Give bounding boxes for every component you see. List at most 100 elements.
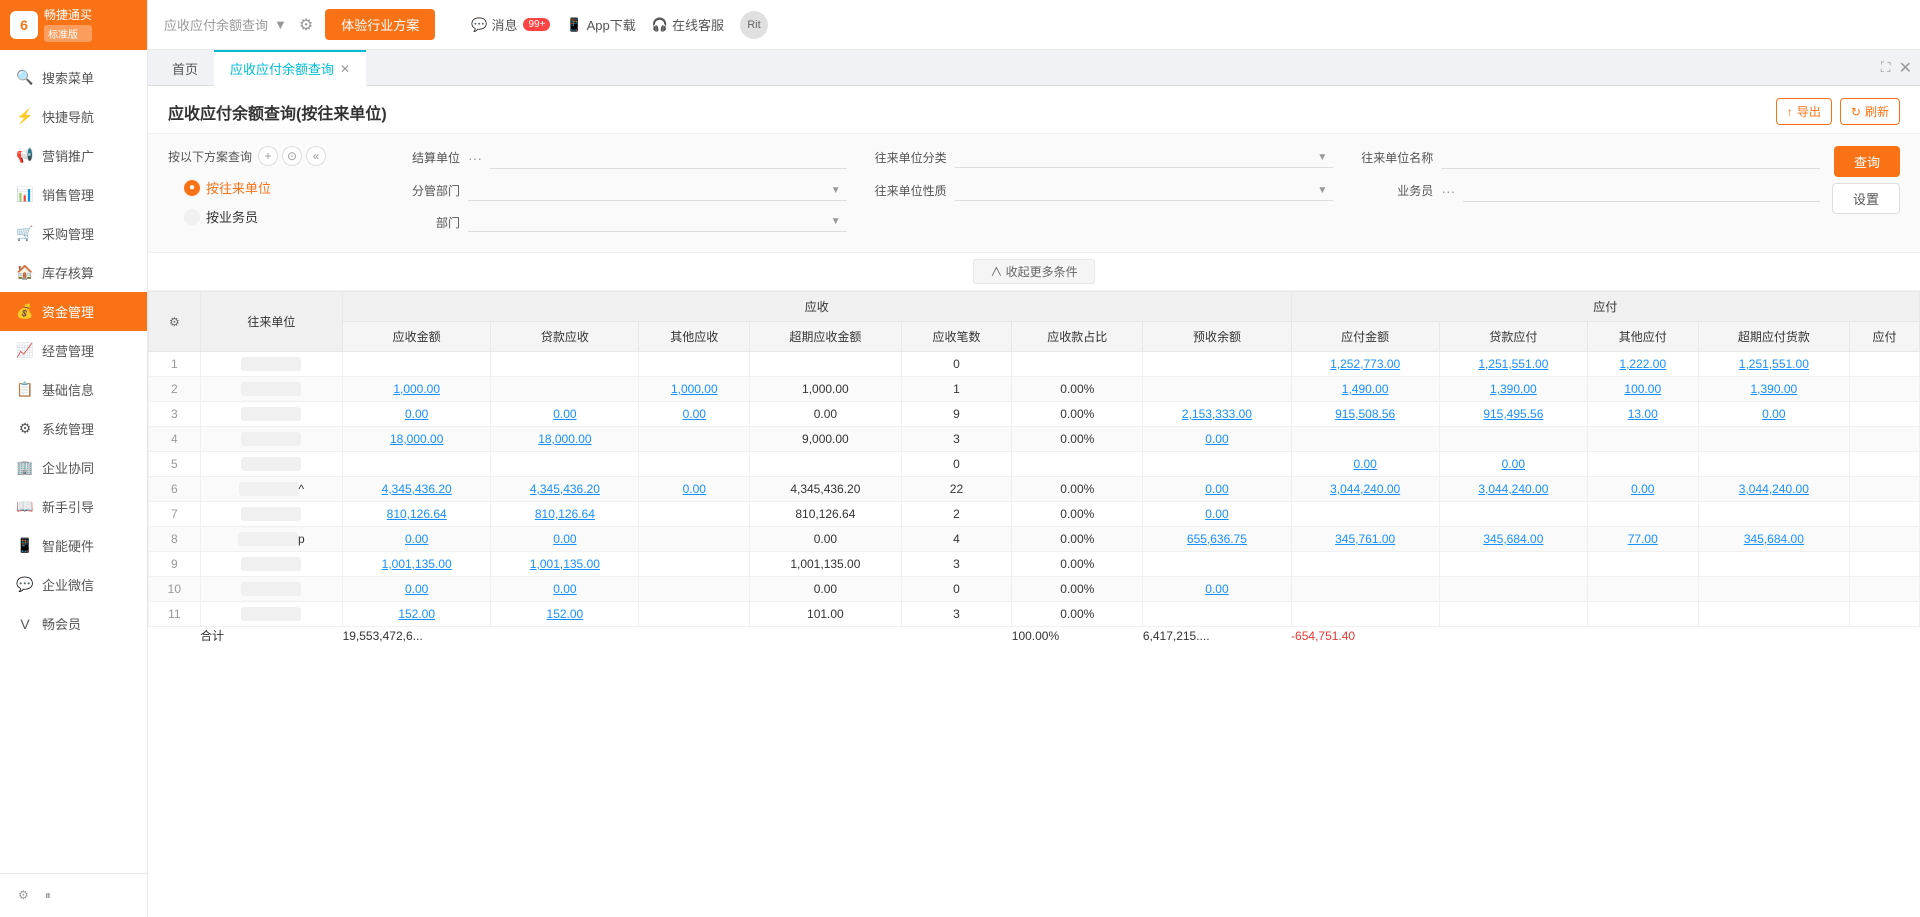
tabs-bar: 首页 应收应付余额查询 ✕ ⛶ ✕ [148, 50, 1920, 86]
online-service-btn[interactable]: 🎧 在线客服 [652, 15, 724, 34]
payable-extra-cell [1850, 427, 1920, 452]
sidebar-item-新手引导[interactable]: 📖新手引导 [0, 487, 147, 526]
tab-receivable[interactable]: 应收应付余额查询 ✕ [214, 50, 366, 86]
receivable-count-cell: 4 [901, 527, 1012, 552]
app-logo: 6 畅捷通买 标准版 [0, 0, 147, 50]
sidebar-item-销售管理[interactable]: 📊销售管理 [0, 175, 147, 214]
receivable-ratio-cell: 0.00% [1012, 502, 1143, 527]
other-payable-cell: 100.00 [1587, 377, 1698, 402]
collapse-more-btn[interactable]: ∧ 收起更多条件 [973, 259, 1094, 284]
table-row: 6 ^ 4,345,436.20 4,345,436.20 0.00 4,345… [149, 477, 1920, 502]
dept-chevron: ▼ [831, 185, 841, 196]
payable-amount-cell: 3,044,240.00 [1291, 477, 1439, 502]
promote-btn[interactable]: 体验行业方案 [325, 9, 435, 40]
department-select[interactable]: ▼ [468, 212, 847, 232]
avatar-text: Rit [747, 19, 760, 31]
other-payable-cell: 13.00 [1587, 402, 1698, 427]
payable-amount-cell [1291, 427, 1439, 452]
nav-icon: V [16, 616, 34, 632]
sidebar-item-系统管理[interactable]: ⚙系统管理 [0, 409, 147, 448]
payable-extra-cell [1850, 602, 1920, 627]
payable-extra-cell [1850, 477, 1920, 502]
sidebar-item-搜索菜单[interactable]: 🔍搜索菜单 [0, 58, 147, 97]
settings-bottom-btn[interactable]: ⚙ [12, 882, 35, 909]
settings-btn[interactable]: 设置 [1832, 183, 1900, 214]
sidebar-item-畅会员[interactable]: V 畅会员 [0, 604, 147, 643]
table-row: 7 810,126.64 810,126.64 810,126.64 2 0.0… [149, 502, 1920, 527]
sidebar-item-智能硬件[interactable]: 📱智能硬件 [0, 526, 147, 565]
settlement-input[interactable] [490, 146, 847, 169]
app-download-btn[interactable]: 📱 App下载 [566, 15, 635, 34]
sidebar-item-经营管理[interactable]: 📈经营管理 [0, 331, 147, 370]
row-num: 7 [149, 502, 201, 527]
refresh-btn[interactable]: ↻ 刷新 [1840, 98, 1900, 125]
filter-row-department: 部门 ▼ [380, 212, 847, 232]
filter-area: 按以下方案查询 + ⊙ « ● 按往来单位 [148, 134, 1920, 253]
prepaid-cell: 655,636.75 [1143, 527, 1291, 552]
topbar-right: 💬 消息 99+ 📱 App下载 🎧 在线客服 Rit [471, 11, 768, 39]
receivable-amount-cell: 18,000.00 [343, 427, 491, 452]
topbar-gear-icon[interactable]: ⚙ [299, 15, 313, 35]
page-container: 应收应付余额查询(按往来单位) ↑ 导出 ↻ 刷新 按 [148, 86, 1920, 917]
filter-row-salesman: 业务员 ··· [1353, 179, 1820, 202]
sidebar-item-企业微信[interactable]: 💬企业微信 [0, 565, 147, 604]
main-area: 应收应付余额查询 ▼ ⚙ 体验行业方案 💬 消息 99+ 📱 App下载 🎧 在… [148, 0, 1920, 917]
tab-home[interactable]: 首页 [156, 50, 214, 86]
nature-select[interactable]: ▼ [955, 181, 1334, 201]
nav-label: 畅会员 [42, 614, 81, 633]
sidebar-item-企业协同[interactable]: 🏢企业协同 [0, 448, 147, 487]
filter-option-salesman[interactable]: 按业务员 [176, 203, 368, 230]
maximize-icon[interactable]: ⛶ [1881, 59, 1891, 76]
payable-extra-cell [1850, 502, 1920, 527]
edit-filter-btn[interactable]: ⊙ [282, 146, 302, 166]
loan-receivable-cell [491, 352, 639, 377]
category-select[interactable]: ▼ [955, 148, 1334, 168]
filter-option-partner-label: 按往来单位 [206, 178, 271, 197]
nav-label: 资金管理 [42, 302, 94, 321]
add-filter-btn[interactable]: + [258, 146, 278, 166]
export-btn[interactable]: ↑ 导出 [1776, 98, 1832, 125]
partner-cell [200, 427, 342, 452]
settlement-dots[interactable]: ··· [468, 150, 482, 166]
receivable-ratio-cell: 0.00% [1012, 527, 1143, 552]
dept-select[interactable]: ▼ [468, 181, 847, 201]
overdue-payable-cell [1698, 602, 1850, 627]
nav-icon: 📋 [16, 381, 34, 398]
sidebar-item-库存核算[interactable]: 🏠库存核算 [0, 253, 147, 292]
nav-icon: 📖 [16, 498, 34, 515]
sidebar-item-营销推广[interactable]: 📢营销推广 [0, 136, 147, 175]
user-avatar[interactable]: Rit [740, 11, 768, 39]
salesman-dots[interactable]: ··· [1441, 183, 1455, 199]
filter-option-salesman-label: 按业务员 [206, 207, 258, 226]
nature-label: 往来单位性质 [867, 182, 947, 199]
prepaid-header: 预收余额 [1143, 322, 1291, 352]
receivable-amount-cell: 810,126.64 [343, 502, 491, 527]
other-payable-cell: 1,222.00 [1587, 352, 1698, 377]
overdue-payable-cell: 3,044,240.00 [1698, 477, 1850, 502]
messages-btn[interactable]: 💬 消息 99+ [471, 15, 550, 34]
prepaid-cell [1143, 602, 1291, 627]
tab-close-icon[interactable]: ✕ [340, 62, 350, 76]
payable-amount-cell [1291, 552, 1439, 577]
sidebar-item-基础信息[interactable]: 📋基础信息 [0, 370, 147, 409]
salesman-input[interactable] [1463, 179, 1820, 202]
payable-amount-cell: 1,252,773.00 [1291, 352, 1439, 377]
sidebar-nav: 🔍搜索菜单⚡快捷导航📢营销推广📊销售管理🛒采购管理🏠库存核算💰资金管理📈经营管理… [0, 50, 147, 873]
close-window-icon[interactable]: ✕ [1899, 58, 1912, 78]
sidebar-item-快捷导航[interactable]: ⚡快捷导航 [0, 97, 147, 136]
overdue-payable-cell [1698, 552, 1850, 577]
table-settings-icon[interactable]: ⚙ [169, 315, 180, 329]
filter-option-partner[interactable]: ● 按往来单位 [176, 174, 368, 201]
partner-name-input[interactable] [1441, 146, 1820, 169]
sidebar-item-资金管理[interactable]: 💰资金管理 [0, 292, 147, 331]
collapse-btn[interactable]: ⏸ [39, 882, 57, 909]
payable-extra-header: 应付 [1850, 322, 1920, 352]
table-footer-row: 合计 19,553,472,6... 100.00% 6,417,215....… [149, 627, 1920, 645]
collapse-filter-btn[interactable]: « [306, 146, 326, 166]
nav-label: 销售管理 [42, 185, 94, 204]
salesman-label: 业务员 [1353, 182, 1433, 199]
sidebar-item-采购管理[interactable]: 🛒采购管理 [0, 214, 147, 253]
prepaid-cell [1143, 552, 1291, 577]
query-btn[interactable]: 查询 [1834, 146, 1900, 177]
table-row: 4 18,000.00 18,000.00 9,000.00 3 0.00% 0… [149, 427, 1920, 452]
